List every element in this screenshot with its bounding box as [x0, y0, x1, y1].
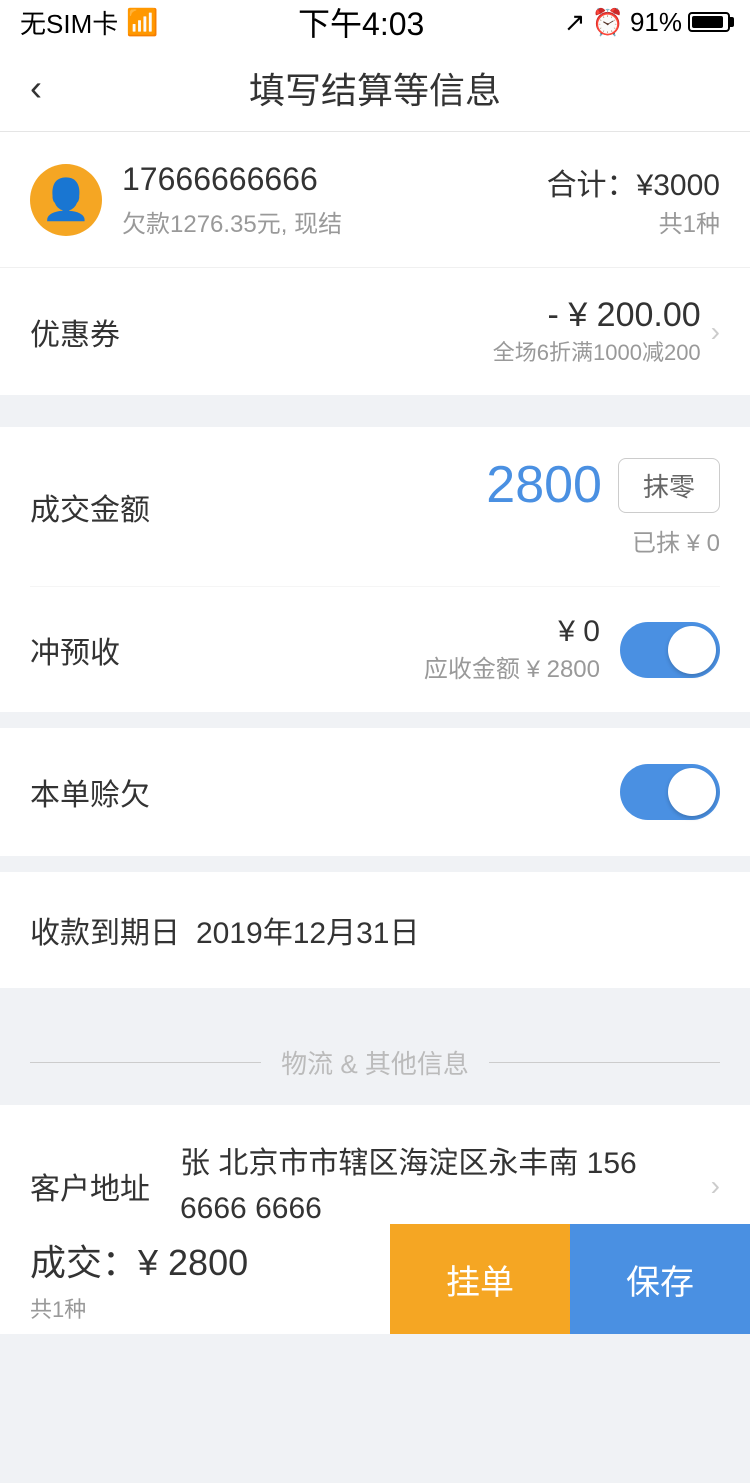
- prepay-amount: ¥ 0: [424, 615, 600, 649]
- avatar: 👤: [30, 164, 102, 236]
- status-left: 无SIM卡 📶: [20, 4, 159, 41]
- separator-2: [0, 712, 750, 728]
- bottom-deal-amount: ¥ 2800: [138, 1242, 248, 1283]
- bottom-deal-label: 成交：¥ 2800: [30, 1234, 360, 1286]
- deal-row: 成交金额 2800 抹零 已抹 ¥ 0: [30, 427, 720, 587]
- battery-percent: 91%: [630, 7, 682, 38]
- logistics-text: 物流 & 其他信息: [281, 1044, 469, 1081]
- save-button[interactable]: 保存: [570, 1224, 750, 1334]
- hold-button[interactable]: 挂单: [390, 1224, 570, 1334]
- customer-sub: 欠款1276.35元, 现结: [122, 204, 342, 239]
- status-right: ↗ ⏰ 91%: [564, 7, 730, 38]
- deal-amount-row: 2800 抹零: [486, 455, 720, 515]
- coupon-right: - ¥ 200.00 全场6折满1000减200 ›: [493, 296, 720, 367]
- alarm-icon: ⏰: [592, 7, 624, 38]
- wifi-icon: 📶: [126, 7, 158, 38]
- deal-amount: 2800: [486, 455, 602, 515]
- deal-label: 成交金额: [30, 485, 150, 529]
- date-section: 收款到期日 2019年12月31日: [0, 872, 750, 988]
- bottom-bar: 成交：¥ 2800 共1种 挂单 保存: [0, 1224, 750, 1334]
- credit-row: 本单赊欠: [30, 728, 720, 856]
- bottom-deal-prefix: 成交：: [30, 1242, 138, 1283]
- avatar-icon: 👤: [41, 176, 91, 223]
- separator-1: [0, 411, 750, 427]
- customer-phone: 17666666666: [122, 161, 342, 198]
- page-title: 填写结算等信息: [249, 62, 501, 114]
- separator-3: [0, 1004, 750, 1020]
- round-button[interactable]: 抹零: [618, 458, 720, 513]
- bottom-summary: 成交：¥ 2800 共1种: [0, 1234, 390, 1324]
- coupon-amount: - ¥ 200.00: [493, 296, 701, 335]
- divider-line-left: [30, 1062, 261, 1063]
- date-value: 2019年12月31日: [196, 908, 419, 952]
- prepay-label: 冲预收: [30, 628, 120, 672]
- logistics-divider: 物流 & 其他信息: [0, 1020, 750, 1105]
- toggle-thumb: [668, 626, 716, 674]
- total-amount: 合计：¥3000: [547, 160, 720, 204]
- customer-info: 17666666666 欠款1276.35元, 现结: [122, 161, 342, 239]
- status-bar: 无SIM卡 📶 下午4:03 ↗ ⏰ 91%: [0, 0, 750, 44]
- credit-toggle[interactable]: [620, 764, 720, 820]
- credit-toggle-thumb: [668, 768, 716, 816]
- deal-section: 成交金额 2800 抹零 已抹 ¥ 0 冲预收 ¥ 0 应收金额 ¥ 2800: [0, 427, 750, 712]
- location-icon: ↗: [564, 7, 586, 38]
- bottom-count: 共1种: [30, 1292, 360, 1324]
- credit-label: 本单赊欠: [30, 770, 150, 814]
- divider-line-right: [489, 1062, 720, 1063]
- coupon-row[interactable]: 优惠券 - ¥ 200.00 全场6折满1000减200 ›: [0, 267, 750, 395]
- battery-icon: [688, 12, 730, 32]
- prepay-toggle[interactable]: [620, 622, 720, 678]
- address-value: 张 北京市市辖区海淀区永丰南 156 6666 6666: [180, 1141, 681, 1231]
- status-time: 下午4:03: [298, 0, 424, 45]
- battery-fill: [692, 16, 723, 28]
- date-label: 收款到期日: [30, 908, 180, 952]
- coupon-desc: 全场6折满1000减200: [493, 335, 701, 367]
- credit-section: 本单赊欠: [0, 728, 750, 856]
- customer-row: 👤 17666666666 欠款1276.35元, 现结 合计：¥3000 共1…: [0, 132, 750, 267]
- coupon-chevron-icon: ›: [711, 316, 720, 348]
- customer-right: 合计：¥3000 共1种: [547, 160, 720, 239]
- total-count: 共1种: [547, 204, 720, 239]
- signal-text: 无SIM卡: [20, 4, 118, 41]
- deal-sub: 已抹 ¥ 0: [632, 523, 720, 558]
- customer-card: 👤 17666666666 欠款1276.35元, 现结 合计：¥3000 共1…: [0, 132, 750, 395]
- address-chevron-icon: ›: [711, 1170, 720, 1202]
- prepay-sub: 应收金额 ¥ 2800: [424, 649, 600, 684]
- coupon-label: 优惠券: [30, 310, 120, 354]
- prepay-row: 冲预收 ¥ 0 应收金额 ¥ 2800: [30, 587, 720, 712]
- date-row: 收款到期日 2019年12月31日: [30, 872, 720, 988]
- nav-bar: ‹ 填写结算等信息: [0, 44, 750, 132]
- customer-left: 👤 17666666666 欠款1276.35元, 现结: [30, 161, 342, 239]
- back-button[interactable]: ‹: [30, 67, 42, 109]
- address-label: 客户地址: [30, 1164, 150, 1208]
